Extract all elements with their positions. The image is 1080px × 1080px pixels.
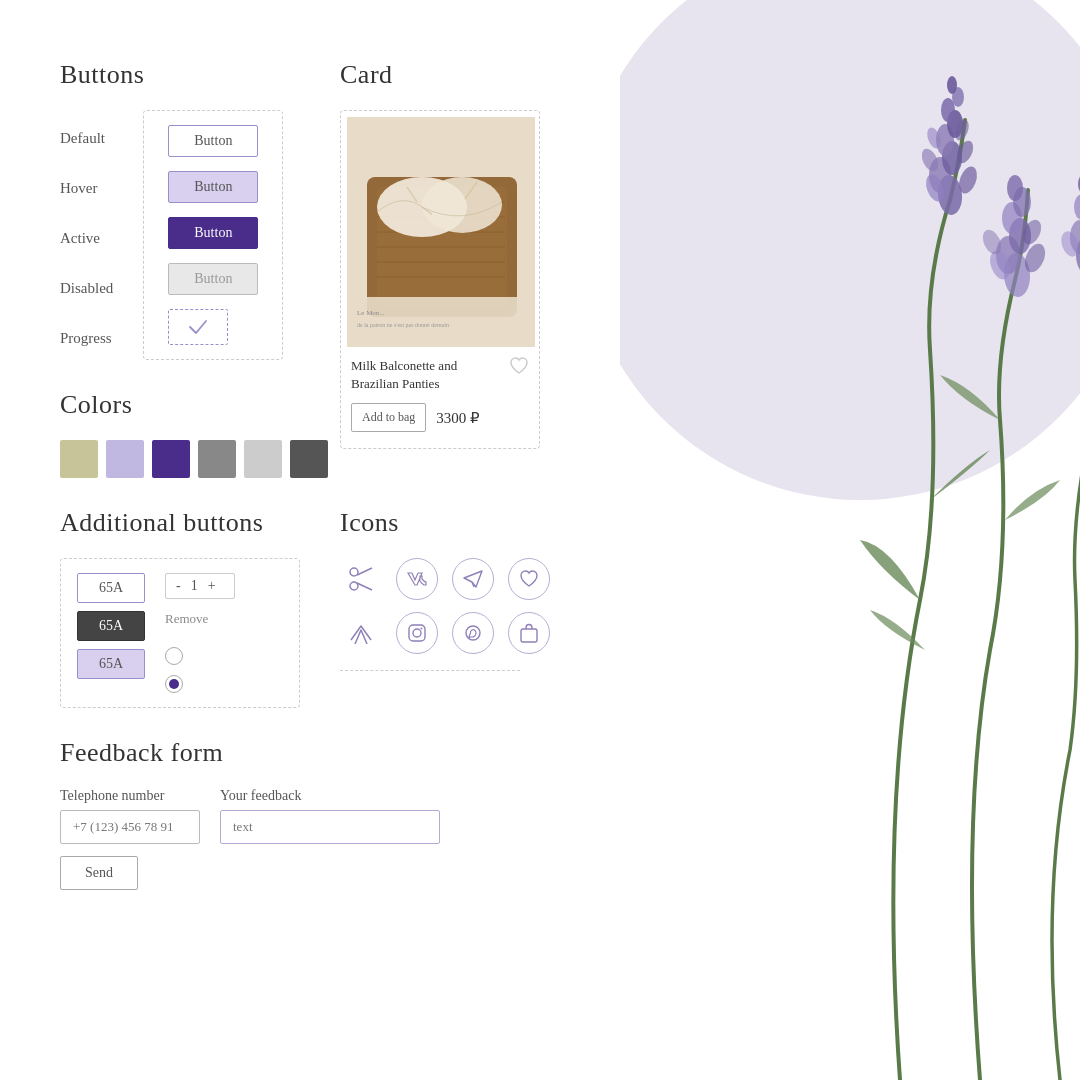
icons-grid xyxy=(340,558,580,654)
svg-line-51 xyxy=(357,583,372,590)
svg-point-7 xyxy=(947,76,957,94)
svg-point-42 xyxy=(422,177,502,233)
product-price: 3300 ₽ xyxy=(436,409,480,427)
svg-point-19 xyxy=(1007,175,1023,201)
swatch-gray-dark[interactable] xyxy=(290,440,328,478)
label-active: Active xyxy=(60,220,113,256)
arrow-up-icon[interactable] xyxy=(340,612,382,654)
qty-value: 1 xyxy=(191,578,198,594)
size-button-active[interactable]: 65A xyxy=(77,611,145,641)
qty-remove-group: - 1 + Remove xyxy=(165,573,235,693)
phone-label: Telephone number xyxy=(60,788,200,804)
product-image-svg: Le Mon... de la patron ne s'est pas donn… xyxy=(347,117,535,347)
button-demos: Button Button Button Button xyxy=(143,110,283,360)
left-panel: Card xyxy=(0,0,620,1080)
button-active[interactable]: Button xyxy=(168,217,258,249)
feedback-group: Your feedback xyxy=(220,788,440,844)
radio-outer-empty[interactable] xyxy=(165,647,183,665)
swatch-lavender-light[interactable] xyxy=(106,440,144,478)
qty-plus[interactable]: + xyxy=(208,578,216,594)
svg-text:de la patron ne s'est pas donn: de la patron ne s'est pas donné demain xyxy=(357,322,449,328)
shopping-bag-icon[interactable] xyxy=(508,612,550,654)
radio-selected[interactable] xyxy=(165,675,235,693)
icons-section-title: Icons xyxy=(340,508,580,538)
card-section: Card xyxy=(340,60,540,449)
svg-point-27 xyxy=(1074,194,1080,220)
card-title-row: Milk Balconette and Brazilian Panties xyxy=(347,357,533,393)
qty-minus[interactable]: - xyxy=(176,578,181,594)
icons-section: Icons xyxy=(340,508,580,708)
additional-buttons-title: Additional buttons xyxy=(60,508,300,538)
phone-input[interactable] xyxy=(60,810,200,844)
telegram-icon[interactable] xyxy=(452,558,494,600)
svg-line-50 xyxy=(357,568,372,575)
svg-point-49 xyxy=(350,582,358,590)
feedback-title: Feedback form xyxy=(60,738,580,768)
card-section-title: Card xyxy=(340,60,540,90)
feedback-label: Your feedback xyxy=(220,788,440,804)
instagram-icon[interactable] xyxy=(396,612,438,654)
svg-point-55 xyxy=(466,626,480,640)
lavender-illustration xyxy=(620,0,1080,1080)
label-default: Default xyxy=(60,120,113,156)
svg-point-48 xyxy=(350,568,358,576)
product-card: Le Mon... de la patron ne s'est pas donn… xyxy=(340,110,540,449)
svg-rect-52 xyxy=(409,625,425,641)
send-button[interactable]: Send xyxy=(60,856,138,890)
form-row: Telephone number Your feedback xyxy=(60,788,580,844)
feedback-input[interactable] xyxy=(220,810,440,844)
svg-point-53 xyxy=(413,629,421,637)
right-panel xyxy=(620,0,1080,1080)
size-button-default[interactable]: 65A xyxy=(77,573,145,603)
add-to-bag-button[interactable]: Add to bag xyxy=(351,403,426,432)
radio-unselected[interactable] xyxy=(165,647,235,665)
size-buttons: 65A 65A 65A xyxy=(77,573,145,679)
card-footer: Add to bag 3300 ₽ xyxy=(347,403,533,432)
button-labels: Default Hover Active Disabled Progress xyxy=(60,110,113,360)
feedback-section: Feedback form Telephone number Your feed… xyxy=(60,738,580,890)
radio-group xyxy=(165,647,235,693)
button-hover[interactable]: Button xyxy=(168,171,258,203)
card-product-name: Milk Balconette and Brazilian Panties xyxy=(351,357,501,393)
button-default[interactable]: Button xyxy=(168,125,258,157)
swatch-beige[interactable] xyxy=(60,440,98,478)
button-disabled: Button xyxy=(168,263,258,295)
label-progress: Progress xyxy=(60,320,113,356)
icons-divider xyxy=(340,670,520,671)
price-currency: ₽ xyxy=(470,410,480,426)
svg-text:Le Mon...: Le Mon... xyxy=(357,309,385,317)
svg-point-54 xyxy=(421,628,423,630)
label-disabled: Disabled xyxy=(60,270,113,306)
additional-buttons-section: Additional buttons 65A 65A 65A - 1 + Rem… xyxy=(60,508,300,708)
additional-buttons-inner: 65A 65A 65A - 1 + Remove xyxy=(60,558,300,708)
swatch-purple-dark[interactable] xyxy=(152,440,190,478)
button-progress[interactable] xyxy=(168,309,228,345)
heart-circle-icon[interactable] xyxy=(508,558,550,600)
whatsapp-icon[interactable] xyxy=(452,612,494,654)
svg-rect-56 xyxy=(521,629,537,642)
phone-group: Telephone number xyxy=(60,788,200,844)
radio-inner-dot xyxy=(169,679,179,689)
scissors-icon[interactable] xyxy=(340,558,382,600)
size-button-hover[interactable]: 65A xyxy=(77,649,145,679)
swatch-gray-light[interactable] xyxy=(244,440,282,478)
label-hover: Hover xyxy=(60,170,113,206)
bottom-columns: Additional buttons 65A 65A 65A - 1 + Rem… xyxy=(60,508,580,708)
quantity-control[interactable]: - 1 + xyxy=(165,573,235,599)
radio-outer-filled[interactable] xyxy=(165,675,183,693)
remove-link[interactable]: Remove xyxy=(165,611,235,627)
swatch-gray-medium[interactable] xyxy=(198,440,236,478)
card-image: Le Mon... de la patron ne s'est pas donn… xyxy=(347,117,535,347)
heart-icon[interactable] xyxy=(509,357,529,375)
price-amount: 3300 xyxy=(436,410,466,426)
vk-icon[interactable] xyxy=(396,558,438,600)
